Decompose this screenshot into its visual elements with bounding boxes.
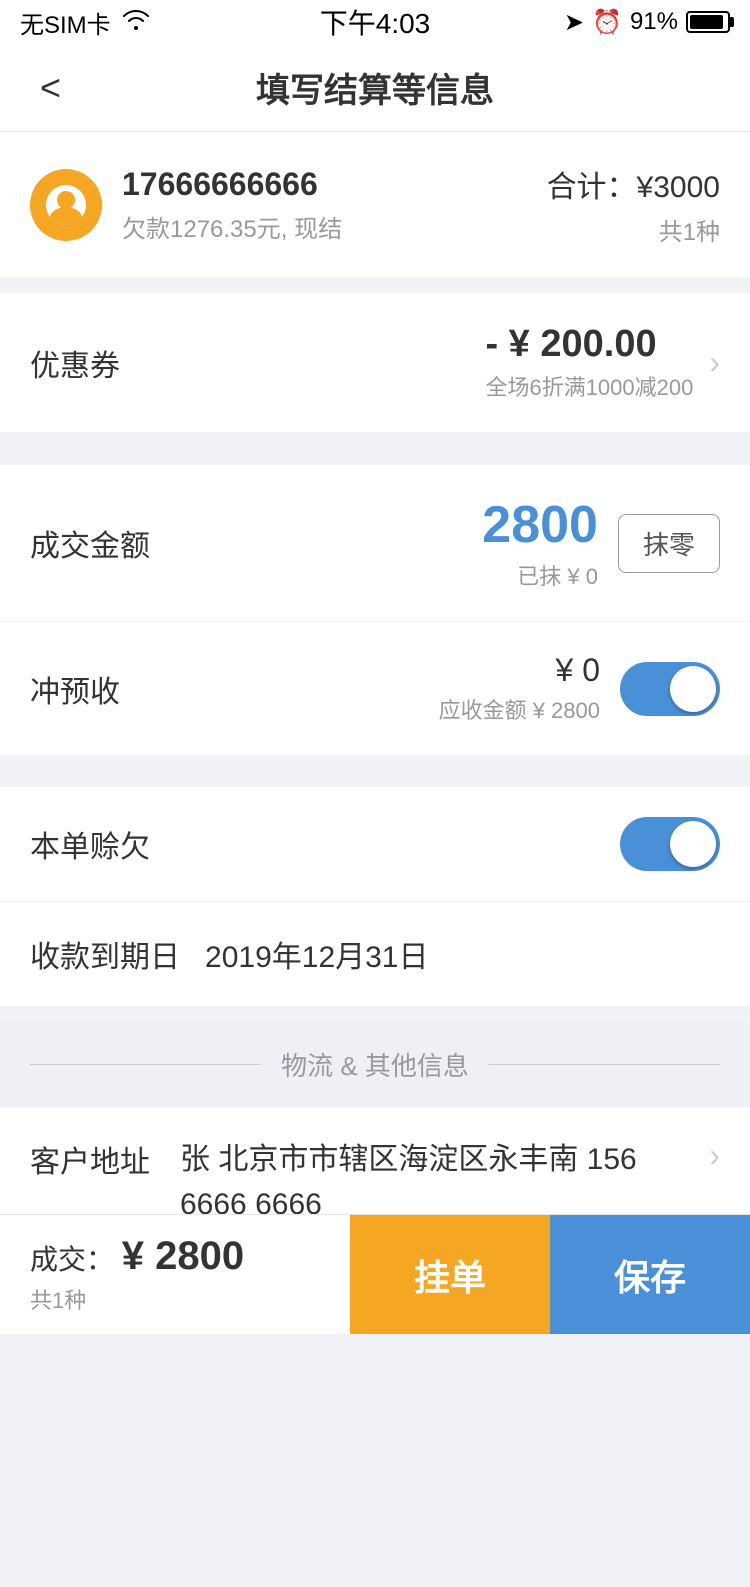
bottom-deal-count: 共1种	[30, 1283, 320, 1315]
amount-row: 成交金额 2800 已抹 ¥ 0 抹零	[0, 465, 750, 622]
hold-button[interactable]: 挂单	[350, 1215, 550, 1334]
customer-debt: 欠款1276.35元, 现结	[122, 209, 342, 244]
coupon-desc: 全场6折满1000减200	[485, 370, 693, 402]
customer-card: 17666666666 欠款1276.35元, 现结 合计：¥3000 共1种	[0, 132, 750, 277]
save-button[interactable]: 保存	[550, 1215, 750, 1334]
battery-icon	[686, 11, 730, 33]
prepayment-row: 冲预收 ¥ 0 应收金额 ¥ 2800	[0, 622, 750, 755]
bottom-bar: 成交： ¥ 2800 共1种 挂单 保存	[0, 1214, 750, 1334]
content-area: 17666666666 欠款1276.35元, 现结 合计：¥3000 共1种 …	[0, 132, 750, 1587]
divider-line-left	[30, 1064, 261, 1065]
carrier-text: 无SIM卡	[20, 5, 111, 40]
avatar	[30, 169, 102, 241]
divider-line-right	[489, 1064, 720, 1065]
amount-sub: 已抹 ¥ 0	[482, 559, 598, 591]
battery-percent: 91%	[630, 8, 678, 36]
wifi-icon	[121, 8, 151, 37]
prepayment-toggle[interactable]	[620, 662, 720, 716]
toggle-knob	[670, 666, 716, 712]
customer-phone: 17666666666	[122, 166, 342, 203]
coupon-row[interactable]: 优惠券 - ¥ 200.00 全场6折满1000减200 ›	[0, 293, 750, 433]
prepayment-amounts: ¥ 0 应收金额 ¥ 2800	[439, 652, 600, 725]
nav-bar: < 填写结算等信息	[0, 44, 750, 132]
bottom-deal-amount: ¥ 2800	[122, 1234, 244, 1278]
prepayment-value: ¥ 0	[439, 652, 600, 689]
status-left: 无SIM卡	[20, 5, 151, 40]
logistics-divider: 物流 & 其他信息	[0, 1022, 750, 1107]
address-label: 客户地址	[30, 1137, 150, 1181]
bottom-deal-label: 成交：	[30, 1244, 114, 1275]
prepayment-label: 冲预收	[30, 667, 120, 711]
amount-value: 2800	[482, 495, 598, 555]
avatar-icon	[46, 185, 86, 225]
customer-total: 合计：¥3000	[547, 162, 720, 206]
customer-info: 17666666666 欠款1276.35元, 现结	[122, 166, 342, 244]
bottom-info: 成交： ¥ 2800 共1种	[0, 1215, 350, 1334]
status-bar: 无SIM卡 下午4:03 ➤ ⏰ 91%	[0, 0, 750, 44]
section-divider-2	[0, 755, 750, 771]
coupon-label: 优惠券	[30, 341, 120, 385]
section-divider-1	[0, 433, 750, 449]
status-time: 下午4:03	[320, 2, 431, 42]
debt-row: 本单赊欠	[0, 787, 750, 901]
status-right: ➤ ⏰ 91%	[564, 8, 730, 37]
logistics-label: 物流 & 其他信息	[281, 1046, 469, 1083]
amount-right: 2800 已抹 ¥ 0 抹零	[482, 495, 720, 591]
page-title: 填写结算等信息	[256, 63, 494, 112]
battery-fill	[690, 15, 723, 29]
prepayment-right: ¥ 0 应收金额 ¥ 2800	[439, 652, 720, 725]
coupon-right: - ¥ 200.00 全场6折满1000减200 ›	[485, 323, 720, 402]
debt-toggle[interactable]	[620, 817, 720, 871]
customer-count: 共1种	[547, 212, 720, 247]
coupon-chevron-icon: ›	[709, 344, 720, 381]
address-chevron-icon: ›	[709, 1137, 720, 1174]
location-icon: ➤	[564, 8, 584, 37]
coupon-value-block: - ¥ 200.00 全场6折满1000减200	[485, 323, 693, 402]
duedate-label: 收款到期日	[30, 941, 180, 974]
duedate-row: 收款到期日 2019年12月31日	[0, 901, 750, 1006]
debt-label: 本单赊欠	[30, 822, 150, 866]
alarm-icon: ⏰	[592, 8, 622, 37]
customer-right: 合计：¥3000 共1种	[547, 162, 720, 247]
round-button[interactable]: 抹零	[618, 514, 720, 573]
customer-left: 17666666666 欠款1276.35元, 现结	[30, 166, 342, 244]
back-button[interactable]: <	[30, 57, 71, 119]
duedate-value: 2019年12月31日	[205, 941, 428, 974]
amount-section: 成交金额 2800 已抹 ¥ 0 抹零 冲预收 ¥ 0 应收金额 ¥ 2800	[0, 465, 750, 755]
coupon-discount: - ¥ 200.00	[485, 323, 693, 366]
amount-value-block: 2800 已抹 ¥ 0	[482, 495, 598, 591]
bottom-deal-line: 成交： ¥ 2800	[30, 1234, 320, 1279]
debt-toggle-knob	[670, 821, 716, 867]
amount-label: 成交金额	[30, 521, 150, 565]
duedate-content: 收款到期日 2019年12月31日	[30, 941, 429, 974]
prepayment-sub: 应收金额 ¥ 2800	[439, 693, 600, 725]
